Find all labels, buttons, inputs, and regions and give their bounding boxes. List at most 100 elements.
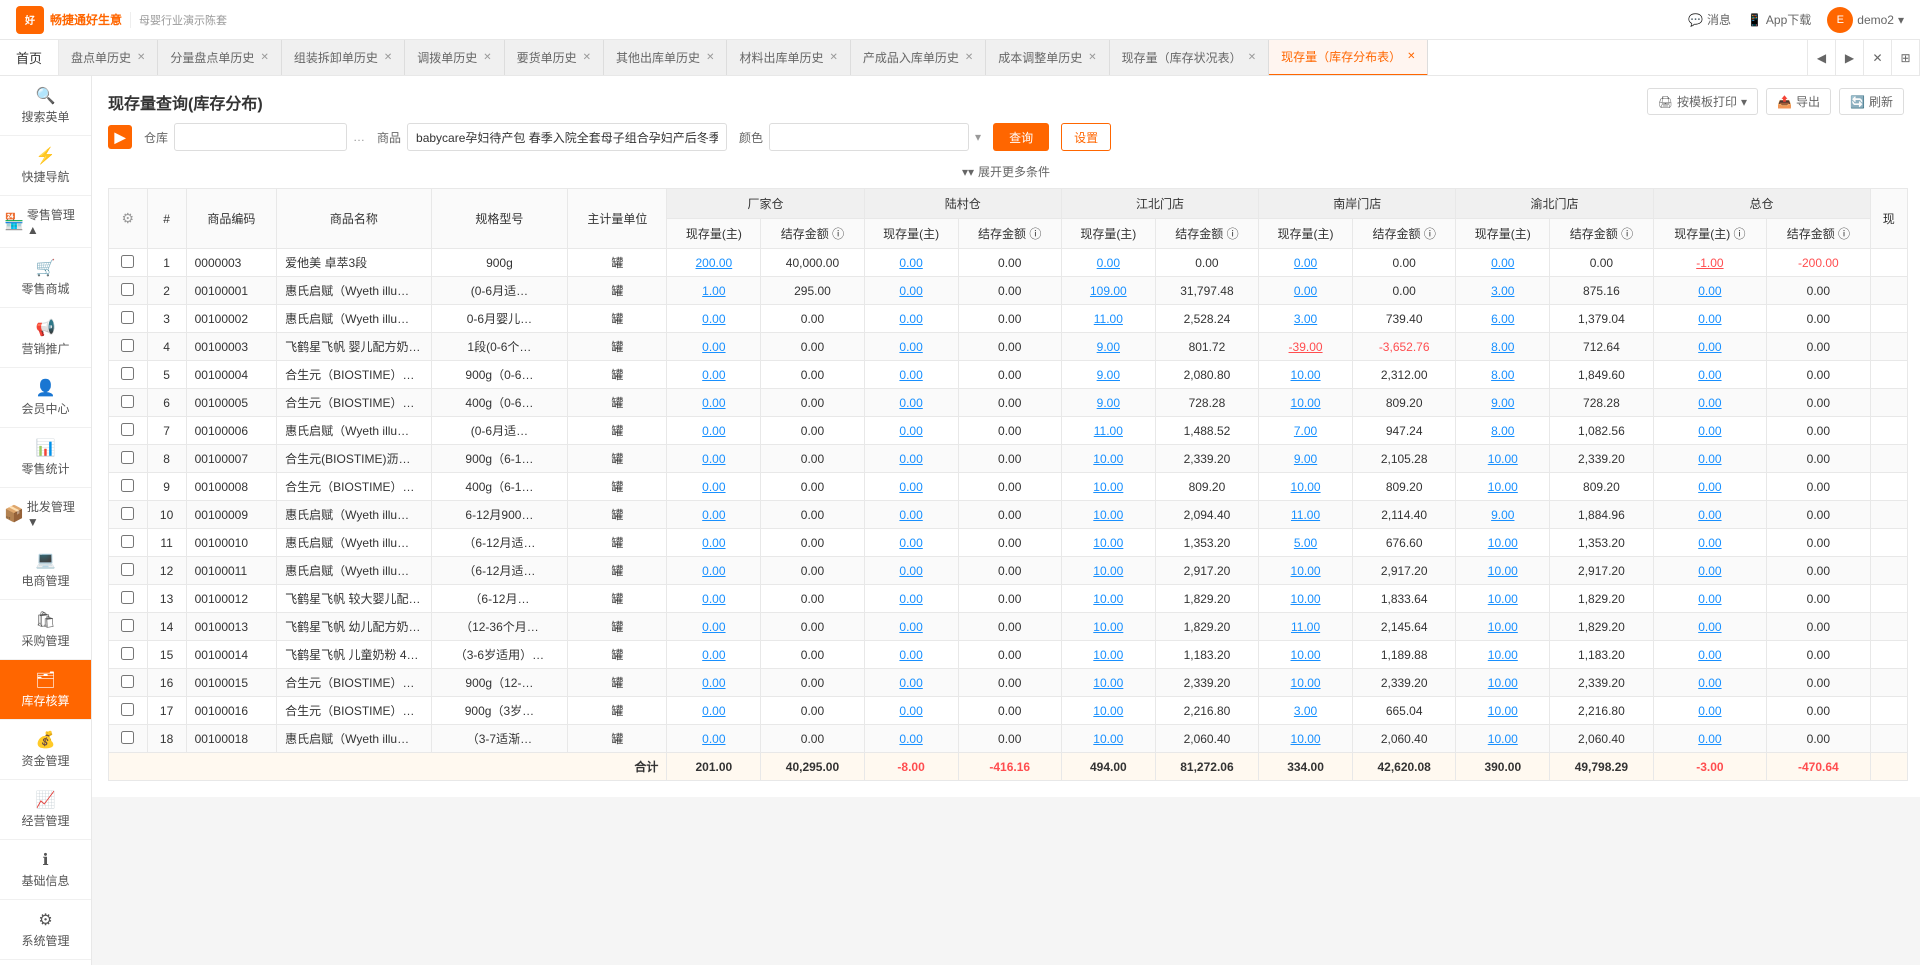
cell-value[interactable]: 0.00 (702, 368, 725, 382)
cell-value[interactable]: 0.00 (702, 676, 725, 690)
cell-checkbox[interactable] (109, 613, 148, 641)
sidebar-item-ecom[interactable]: 💻 电商管理 (0, 540, 91, 600)
cell-value[interactable]: 10.00 (1093, 452, 1123, 466)
cell-value[interactable]: 0.00 (899, 536, 922, 550)
sidebar-item-marketing[interactable]: 📢 营销推广 (0, 308, 91, 368)
row-checkbox[interactable] (121, 255, 134, 268)
cell-value[interactable]: 9.00 (1491, 508, 1514, 522)
cell-value[interactable]: 0.00 (702, 564, 725, 578)
tab-transfer[interactable]: 调拨单历史 ✕ (405, 40, 504, 76)
tab-close-icon[interactable]: ✕ (483, 52, 491, 63)
cell-value[interactable]: 0.00 (899, 704, 922, 718)
sidebar-item-purchase[interactable]: 🛍 采购管理 (0, 600, 91, 660)
cell-value[interactable]: 0.00 (702, 312, 725, 326)
tab-close-icon[interactable]: ✕ (384, 52, 392, 63)
tab-close-icon[interactable]: ✕ (1088, 52, 1096, 63)
cell-checkbox[interactable] (109, 669, 148, 697)
cell-value[interactable]: 10.00 (1488, 648, 1518, 662)
row-checkbox[interactable] (121, 563, 134, 576)
cell-value[interactable]: 8.00 (1491, 424, 1514, 438)
warehouse-input[interactable] (174, 123, 347, 151)
sidebar-item-search[interactable]: 🔍 搜索英单 (0, 76, 91, 136)
cell-value[interactable]: 6.00 (1491, 312, 1514, 326)
cell-value[interactable]: 0.00 (1294, 284, 1317, 298)
cell-value[interactable]: 0.00 (899, 564, 922, 578)
cell-value[interactable]: 0.00 (702, 592, 725, 606)
color-dropdown-icon[interactable]: ▾ (975, 130, 981, 144)
cell-value[interactable]: 0.00 (1294, 256, 1317, 270)
cell-value[interactable]: 0.00 (1698, 620, 1721, 634)
app-download-btn[interactable]: 📱 App下载 (1747, 11, 1811, 28)
cell-value[interactable]: 10.00 (1093, 676, 1123, 690)
product-input[interactable] (407, 123, 727, 151)
cell-checkbox[interactable] (109, 529, 148, 557)
cell-value[interactable]: 0.00 (702, 648, 725, 662)
cell-value[interactable]: 10.00 (1488, 592, 1518, 606)
tab-split-count[interactable]: 分量盘点单历史 ✕ (158, 40, 281, 76)
row-checkbox[interactable] (121, 367, 134, 380)
cell-value[interactable]: 0.00 (899, 424, 922, 438)
cell-value[interactable]: 10.00 (1488, 620, 1518, 634)
cell-checkbox[interactable] (109, 389, 148, 417)
cell-value[interactable]: 10.00 (1093, 592, 1123, 606)
cell-value[interactable]: 0.00 (1698, 732, 1721, 746)
cell-value[interactable]: 0.00 (1698, 536, 1721, 550)
row-checkbox[interactable] (121, 647, 134, 660)
cell-value[interactable]: 9.00 (1294, 452, 1317, 466)
cell-value[interactable]: 0.00 (899, 452, 922, 466)
row-checkbox[interactable] (121, 395, 134, 408)
cell-value[interactable]: 7.00 (1294, 424, 1317, 438)
message-btn[interactable]: 💬 消息 (1688, 11, 1731, 28)
tab-cost-adjust[interactable]: 成本调整单历史 ✕ (986, 40, 1109, 76)
cell-value[interactable]: 0.00 (899, 312, 922, 326)
tab-product-in[interactable]: 产成品入库单历史 ✕ (851, 40, 986, 76)
row-checkbox[interactable] (121, 311, 134, 324)
tab-close-all-btn[interactable]: ✕ (1864, 40, 1892, 76)
row-checkbox[interactable] (121, 675, 134, 688)
tab-other-out[interactable]: 其他出库单历史 ✕ (604, 40, 727, 76)
cell-value[interactable]: 3.00 (1491, 284, 1514, 298)
cell-value[interactable]: 10.00 (1291, 396, 1321, 410)
cell-value[interactable]: 0.00 (1698, 396, 1721, 410)
cell-checkbox[interactable] (109, 305, 148, 333)
cell-value[interactable]: 10.00 (1488, 452, 1518, 466)
cell-value[interactable]: 0.00 (899, 480, 922, 494)
row-checkbox[interactable] (121, 703, 134, 716)
cell-value[interactable]: 0.00 (899, 340, 922, 354)
cell-value[interactable]: 0.00 (899, 732, 922, 746)
cell-checkbox[interactable] (109, 417, 148, 445)
cell-checkbox[interactable] (109, 641, 148, 669)
cell-value[interactable]: 11.00 (1094, 312, 1123, 326)
cell-value[interactable]: 10.00 (1093, 480, 1123, 494)
row-checkbox[interactable] (121, 507, 134, 520)
cell-value[interactable]: 0.00 (899, 620, 922, 634)
cell-value[interactable]: 10.00 (1093, 704, 1123, 718)
tab-close-icon[interactable]: ✕ (706, 52, 714, 63)
cell-value[interactable]: 0.00 (1698, 424, 1721, 438)
tab-stock-status[interactable]: 现存量（库存状况表） ✕ (1110, 40, 1269, 76)
sidebar-item-basic[interactable]: ℹ 基础信息 (0, 840, 91, 900)
cell-value[interactable]: 10.00 (1291, 732, 1321, 746)
cell-value[interactable]: 0.00 (899, 396, 922, 410)
col-gear[interactable]: ⚙ (109, 189, 148, 249)
cell-value[interactable]: 1.00 (702, 284, 725, 298)
cell-value[interactable]: 0.00 (1698, 368, 1721, 382)
cell-value[interactable]: 10.00 (1488, 732, 1518, 746)
row-checkbox[interactable] (121, 731, 134, 744)
cell-value[interactable]: 10.00 (1093, 536, 1123, 550)
cell-value[interactable]: 0.00 (702, 424, 725, 438)
search-button[interactable]: 查询 (993, 123, 1049, 151)
cell-value[interactable]: 0.00 (1698, 704, 1721, 718)
cell-value[interactable]: 9.00 (1491, 396, 1514, 410)
cell-value[interactable]: 10.00 (1093, 620, 1123, 634)
cell-value[interactable]: 0.00 (1698, 676, 1721, 690)
row-checkbox[interactable] (121, 479, 134, 492)
row-checkbox[interactable] (121, 619, 134, 632)
cell-checkbox[interactable] (109, 585, 148, 613)
cell-value[interactable]: 10.00 (1488, 480, 1518, 494)
cell-value[interactable]: 10.00 (1093, 732, 1123, 746)
setting-button[interactable]: 设置 (1061, 123, 1111, 151)
cell-checkbox[interactable] (109, 445, 148, 473)
cell-value[interactable]: 0.00 (899, 284, 922, 298)
cell-checkbox[interactable] (109, 697, 148, 725)
